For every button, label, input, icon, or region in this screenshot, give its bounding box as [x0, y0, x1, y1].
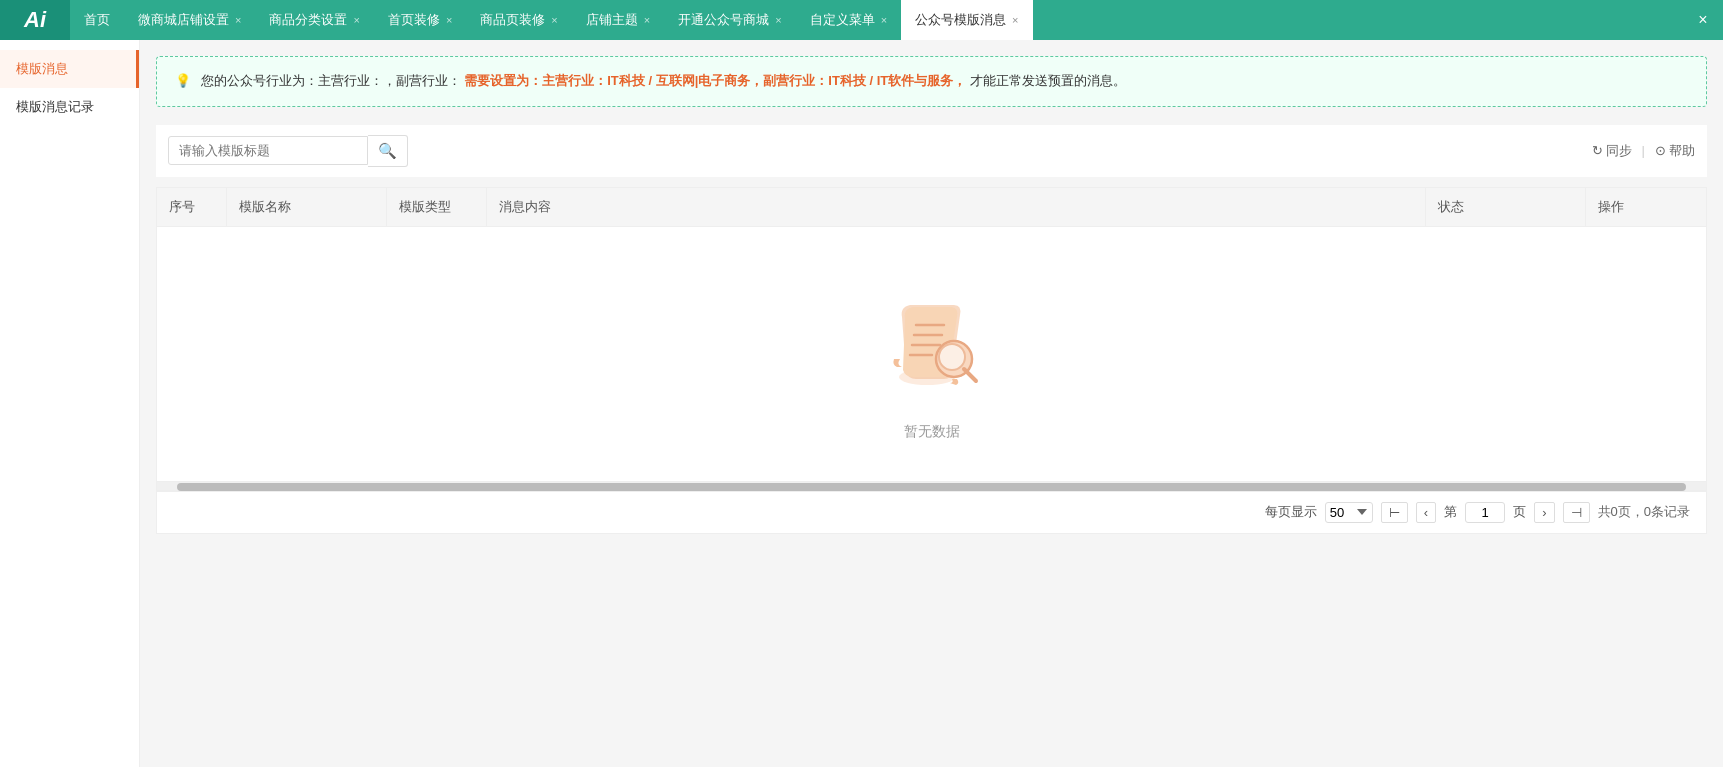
- search-area: 🔍: [168, 135, 408, 167]
- tab-close-icon[interactable]: ×: [1012, 14, 1018, 26]
- empty-icon: [872, 287, 992, 407]
- search-input[interactable]: [168, 136, 368, 165]
- empty-text: 暂无数据: [904, 423, 960, 441]
- table-header-模版名称: 模版名称: [227, 188, 387, 226]
- alert-highlight: 需要设置为：主营行业：IT科技 / 互联网|电子商务，副营行业：IT科技 / I…: [464, 73, 966, 88]
- last-page-button[interactable]: ⊣: [1563, 502, 1590, 523]
- nav-tab-自定义菜单[interactable]: 自定义菜单×: [796, 0, 901, 40]
- svg-line-7: [964, 369, 976, 381]
- svg-point-6: [939, 344, 965, 370]
- sidebar-item-模版消息[interactable]: 模版消息: [0, 50, 139, 88]
- page-label: 第: [1444, 503, 1457, 521]
- pagination: 每页显示 50 10 20 100 ⊢ ‹ 第 页 › ⊣ 共0页，0条记录: [157, 491, 1706, 533]
- help-label: 帮助: [1669, 142, 1695, 160]
- nav-tab-首页[interactable]: 首页: [70, 0, 124, 40]
- horizontal-scrollbar[interactable]: [157, 481, 1706, 491]
- sidebar-item-模版消息记录[interactable]: 模版消息记录: [0, 88, 139, 126]
- page-summary: 共0页，0条记录: [1598, 503, 1690, 521]
- tab-close-icon[interactable]: ×: [235, 14, 241, 26]
- sync-icon: ↻: [1592, 143, 1603, 158]
- nav-tab-首页装修[interactable]: 首页装修×: [374, 0, 466, 40]
- nav-tab-开通公众号商城[interactable]: 开通公众号商城×: [664, 0, 795, 40]
- alert-prefix: 您的公众号行业为：主营行业：，副营行业：: [201, 73, 461, 88]
- tab-close-icon[interactable]: ×: [551, 14, 557, 26]
- nav-tabs: 首页微商城店铺设置×商品分类设置×首页装修×商品页装修×店铺主题×开通公众号商城…: [70, 0, 1683, 40]
- nav-tab-店铺主题[interactable]: 店铺主题×: [572, 0, 664, 40]
- nav-tab-微商城店铺设置[interactable]: 微商城店铺设置×: [124, 0, 255, 40]
- empty-state: 暂无数据: [157, 227, 1706, 481]
- toolbar-divider: |: [1642, 143, 1645, 158]
- next-page-button[interactable]: ›: [1534, 502, 1554, 523]
- table-header-消息内容: 消息内容: [487, 188, 1426, 226]
- main-layout: 模版消息模版消息记录 💡 您的公众号行业为：主营行业：，副营行业： 需要设置为：…: [0, 40, 1723, 767]
- table-header-序号: 序号: [157, 188, 227, 226]
- tab-close-icon[interactable]: ×: [775, 14, 781, 26]
- top-nav: Ai 首页微商城店铺设置×商品分类设置×首页装修×商品页装修×店铺主题×开通公众…: [0, 0, 1723, 40]
- industry-alert: 💡 您的公众号行业为：主营行业：，副营行业： 需要设置为：主营行业：IT科技 /…: [156, 56, 1707, 107]
- table-header: 序号模版名称模版类型消息内容状态操作: [157, 188, 1706, 227]
- help-icon: ⊙: [1655, 143, 1666, 158]
- sync-button[interactable]: ↻ 同步: [1592, 142, 1632, 160]
- nav-tab-商品分类设置[interactable]: 商品分类设置×: [255, 0, 373, 40]
- nav-tab-公众号模版消息[interactable]: 公众号模版消息×: [901, 0, 1032, 40]
- sidebar: 模版消息模版消息记录: [0, 40, 140, 767]
- toolbar-right: ↻ 同步 | ⊙ 帮助: [1592, 142, 1695, 160]
- toolbar: 🔍 ↻ 同步 | ⊙ 帮助: [156, 125, 1707, 177]
- prev-page-button[interactable]: ‹: [1416, 502, 1436, 523]
- app-logo[interactable]: Ai: [0, 0, 70, 40]
- content-area: 💡 您的公众号行业为：主营行业：，副营行业： 需要设置为：主营行业：IT科技 /…: [140, 40, 1723, 767]
- data-table: 序号模版名称模版类型消息内容状态操作: [156, 187, 1707, 534]
- alert-suffix: 才能正常发送预置的消息。: [970, 73, 1126, 88]
- help-button[interactable]: ⊙ 帮助: [1655, 142, 1695, 160]
- alert-icon: 💡: [175, 73, 191, 88]
- table-header-模版类型: 模版类型: [387, 188, 487, 226]
- page-size-label: 每页显示: [1265, 503, 1317, 521]
- table-header-状态: 状态: [1426, 188, 1586, 226]
- search-button[interactable]: 🔍: [368, 135, 408, 167]
- tab-close-icon[interactable]: ×: [881, 14, 887, 26]
- close-all-button[interactable]: ×: [1683, 0, 1723, 40]
- tab-close-icon[interactable]: ×: [446, 14, 452, 26]
- nav-tab-商品页装修[interactable]: 商品页装修×: [466, 0, 571, 40]
- scrollbar-thumb[interactable]: [177, 483, 1686, 491]
- tab-close-icon[interactable]: ×: [644, 14, 650, 26]
- page-size-select[interactable]: 50 10 20 100: [1325, 502, 1373, 523]
- table-header-操作: 操作: [1586, 188, 1706, 226]
- sync-label: 同步: [1606, 142, 1632, 160]
- first-page-button[interactable]: ⊢: [1381, 502, 1408, 523]
- tab-close-icon[interactable]: ×: [353, 14, 359, 26]
- page-number-input[interactable]: [1465, 502, 1505, 523]
- page-suffix: 页: [1513, 503, 1526, 521]
